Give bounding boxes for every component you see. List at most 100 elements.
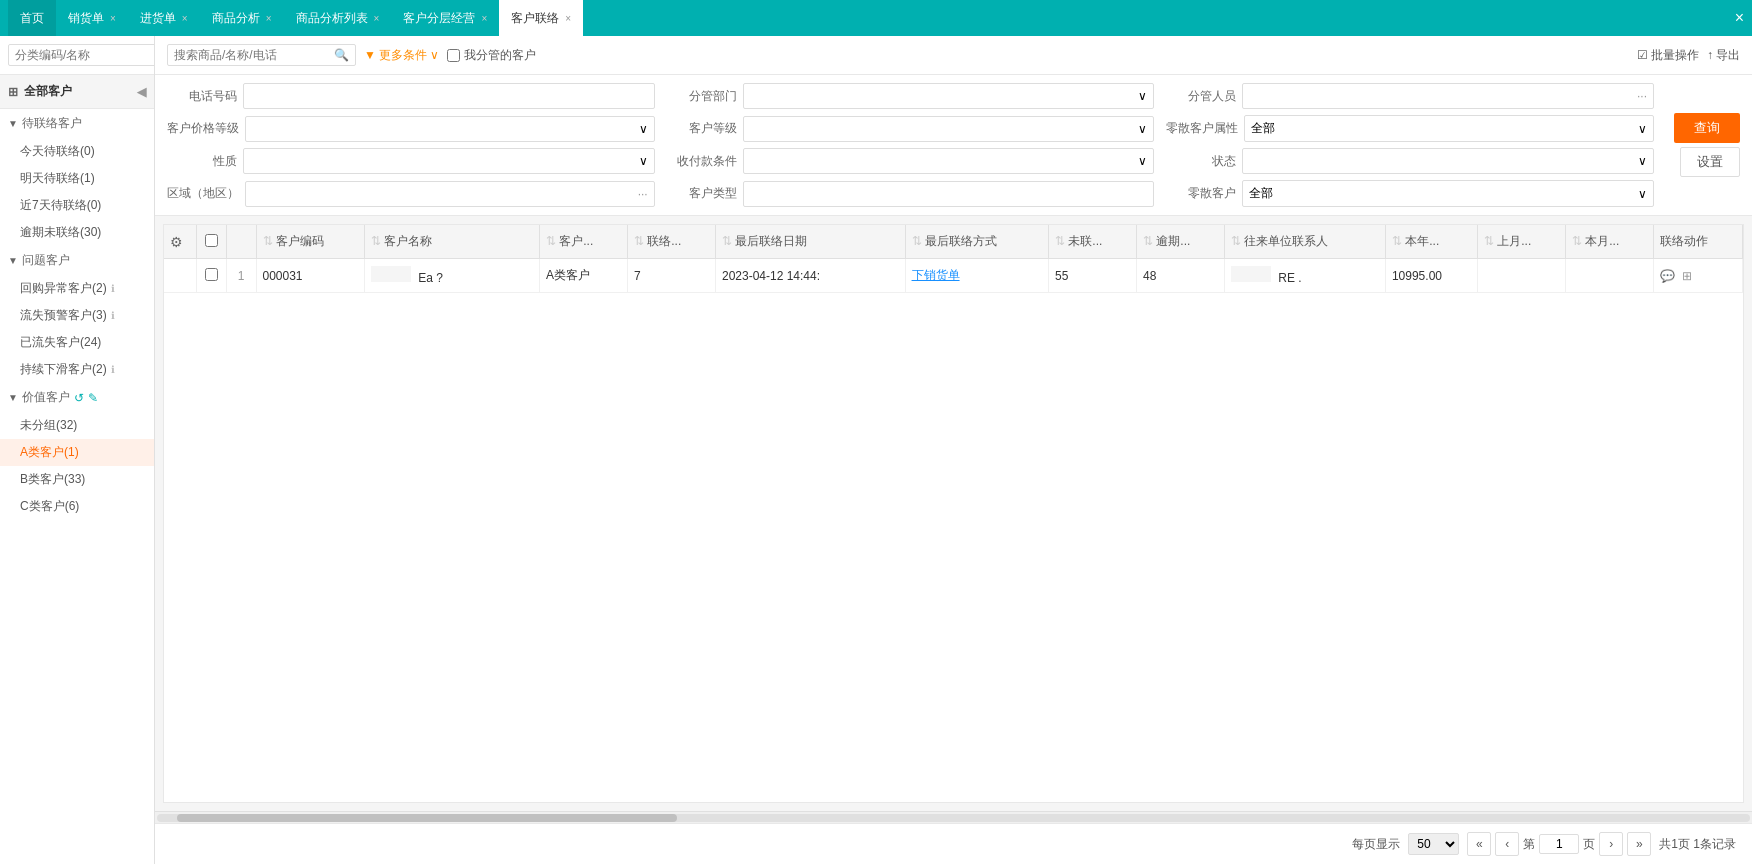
close-customer-contact-tab[interactable]: × — [565, 13, 571, 24]
retail-customer-select[interactable]: 全部 ∨ — [1242, 180, 1654, 207]
tab-customer-tier[interactable]: 客户分层经营 × — [391, 0, 499, 36]
sidebar-item-unclassified[interactable]: 未分组(32) — [0, 412, 154, 439]
dept-select[interactable]: ∨ — [743, 83, 1155, 109]
sidebar-group-pending[interactable]: ▼ 待联络客户 — [0, 109, 154, 138]
my-customers-checkbox[interactable]: 我分管的客户 — [447, 47, 536, 64]
row-checkbox-cell — [196, 259, 226, 293]
settings-button[interactable]: 设置 — [1680, 147, 1740, 177]
filter-icon: ▼ — [364, 48, 376, 62]
query-button[interactable]: 查询 — [1674, 113, 1740, 143]
sidebar-item-churned[interactable]: 已流失客户(24) — [0, 329, 154, 356]
customer-type-input[interactable] — [743, 181, 1155, 207]
dots-icon: ··· — [1637, 89, 1647, 103]
tab-goods-list[interactable]: 商品分析列表 × — [284, 0, 392, 36]
status-select[interactable]: ∨ — [1242, 148, 1654, 174]
category-search-input[interactable] — [8, 44, 155, 66]
advanced-filters: 电话号码 分管部门 ∨ 分管人员 ··· — [155, 75, 1752, 216]
tab-customer-contact[interactable]: 客户联络 × — [499, 0, 583, 36]
search-icon[interactable]: 🔍 — [334, 48, 349, 62]
first-page-button[interactable]: « — [1467, 832, 1491, 856]
retail-attr-select[interactable]: 全部 ∨ — [1244, 115, 1654, 142]
sidebar-group-problem[interactable]: ▼ 问题客户 — [0, 246, 154, 275]
customer-grade-select[interactable]: ∨ — [743, 116, 1155, 142]
sort-icon-10: ⇅ — [1392, 234, 1402, 248]
page-number-input[interactable] — [1539, 834, 1579, 854]
phone-filter-field: 电话号码 — [167, 83, 655, 109]
next-page-button[interactable]: › — [1599, 832, 1623, 856]
search-box[interactable]: 🔍 — [167, 44, 356, 66]
last-page-button[interactable]: » — [1627, 832, 1651, 856]
sidebar-item-tomorrow[interactable]: 明天待联络(1) — [0, 165, 154, 192]
sidebar-item-c-class[interactable]: C类客户(6) — [0, 493, 154, 520]
chat-action-icon[interactable]: 💬 — [1660, 269, 1675, 283]
filter-actions: ☑ 批量操作 ↑ 导出 — [1637, 47, 1740, 64]
this-year-column-header[interactable]: ⇅ 本年... — [1385, 225, 1477, 259]
my-customers-check[interactable] — [447, 49, 460, 62]
chevron-nature: ∨ — [639, 154, 648, 168]
sidebar-item-today[interactable]: 今天待联络(0) — [0, 138, 154, 165]
search-input[interactable] — [174, 48, 334, 62]
row-checkbox[interactable] — [205, 268, 218, 281]
tab-sales[interactable]: 销货单 × — [56, 0, 128, 36]
contact-person-column-header[interactable]: ⇅ 往来单位联系人 — [1225, 225, 1386, 259]
all-customers-header[interactable]: ⊞ 全部客户 ◀ — [0, 75, 154, 109]
collapse-sidebar-icon[interactable]: ◀ — [137, 85, 146, 99]
prev-page-button[interactable]: ‹ — [1495, 832, 1519, 856]
edit-icon[interactable]: ✎ — [88, 391, 98, 405]
last-month-column-header[interactable]: ⇅ 上月... — [1477, 225, 1565, 259]
sidebar-item-declining[interactable]: 持续下滑客户(2) ℹ — [0, 356, 154, 383]
sidebar-item-repurchase-abnormal[interactable]: 回购异常客户(2) ℹ — [0, 275, 154, 302]
sidebar-item-b-class[interactable]: B类客户(33) — [0, 466, 154, 493]
close-goods-list-tab[interactable]: × — [374, 13, 380, 24]
sidebar-group-value[interactable]: ▼ 价值客户 ↺ ✎ — [0, 383, 154, 412]
export-button[interactable]: ↑ 导出 — [1707, 47, 1740, 64]
close-customer-tier-tab[interactable]: × — [481, 13, 487, 24]
staff-input[interactable]: ··· — [1242, 83, 1654, 109]
close-goods-analysis-tab[interactable]: × — [266, 13, 272, 24]
gear-settings-icon[interactable]: ⚙ — [170, 234, 183, 250]
last-date-column-header[interactable]: ⇅ 最后联络日期 — [715, 225, 905, 259]
contact-column-header[interactable]: ⇅ 联络... — [627, 225, 715, 259]
export-icon: ↑ — [1707, 48, 1713, 62]
sidebar-item-overdue[interactable]: 逾期未联络(30) — [0, 219, 154, 246]
batch-operation-button[interactable]: ☑ 批量操作 — [1637, 47, 1699, 64]
sidebar-item-a-class[interactable]: A类客户(1) — [0, 439, 154, 466]
refresh-icon[interactable]: ↺ — [74, 391, 84, 405]
price-grade-select[interactable]: ∨ — [245, 116, 655, 142]
grade-column-header[interactable]: ⇅ 客户... — [539, 225, 627, 259]
row-this-month-cell — [1565, 259, 1653, 293]
last-method-column-header[interactable]: ⇅ 最后联络方式 — [905, 225, 1048, 259]
gear-column-header[interactable]: ⚙ — [164, 225, 196, 259]
scrollbar-thumb[interactable] — [177, 814, 677, 822]
close-all-button[interactable]: × — [1735, 9, 1744, 27]
code-column-header[interactable]: ⇅ 客户编码 — [256, 225, 364, 259]
row-num-cell: 1 — [226, 259, 256, 293]
last-method-link[interactable]: 下销货单 — [912, 268, 960, 282]
horizontal-scrollbar[interactable] — [155, 811, 1752, 823]
nature-select[interactable]: ∨ — [243, 148, 655, 174]
uncontacted-column-header[interactable]: ⇅ 未联... — [1048, 225, 1136, 259]
this-month-column-header[interactable]: ⇅ 本月... — [1565, 225, 1653, 259]
region-input[interactable]: ··· — [245, 181, 655, 207]
customer-grade-field: 客户等级 ∨ — [667, 116, 1155, 142]
tab-home[interactable]: 首页 — [8, 0, 56, 36]
contact-person-avatar — [1231, 266, 1271, 282]
batch-icon: ☑ — [1637, 48, 1648, 62]
sort-icon-5: ⇅ — [722, 234, 732, 248]
close-sales-tab[interactable]: × — [110, 13, 116, 24]
row-last-method-cell[interactable]: 下销货单 — [905, 259, 1048, 293]
tab-purchase[interactable]: 进货单 × — [128, 0, 200, 36]
grid-action-icon[interactable]: ⊞ — [1682, 269, 1692, 283]
phone-input[interactable] — [243, 83, 655, 109]
more-filters-button[interactable]: ▼ 更多条件 ∨ — [364, 47, 439, 64]
name-column-header[interactable]: ⇅ 客户名称 — [364, 225, 539, 259]
close-purchase-tab[interactable]: × — [182, 13, 188, 24]
sidebar-search-area: 🔍 — [0, 36, 154, 75]
select-all-checkbox[interactable] — [205, 234, 218, 247]
payment-select[interactable]: ∨ — [743, 148, 1155, 174]
sidebar-item-churn-warning[interactable]: 流失预警客户(3) ℹ — [0, 302, 154, 329]
overdue-column-header[interactable]: ⇅ 逾期... — [1136, 225, 1224, 259]
tab-goods-analysis[interactable]: 商品分析 × — [200, 0, 284, 36]
per-page-select[interactable]: 50 100 200 — [1408, 833, 1459, 855]
sidebar-item-7days[interactable]: 近7天待联络(0) — [0, 192, 154, 219]
